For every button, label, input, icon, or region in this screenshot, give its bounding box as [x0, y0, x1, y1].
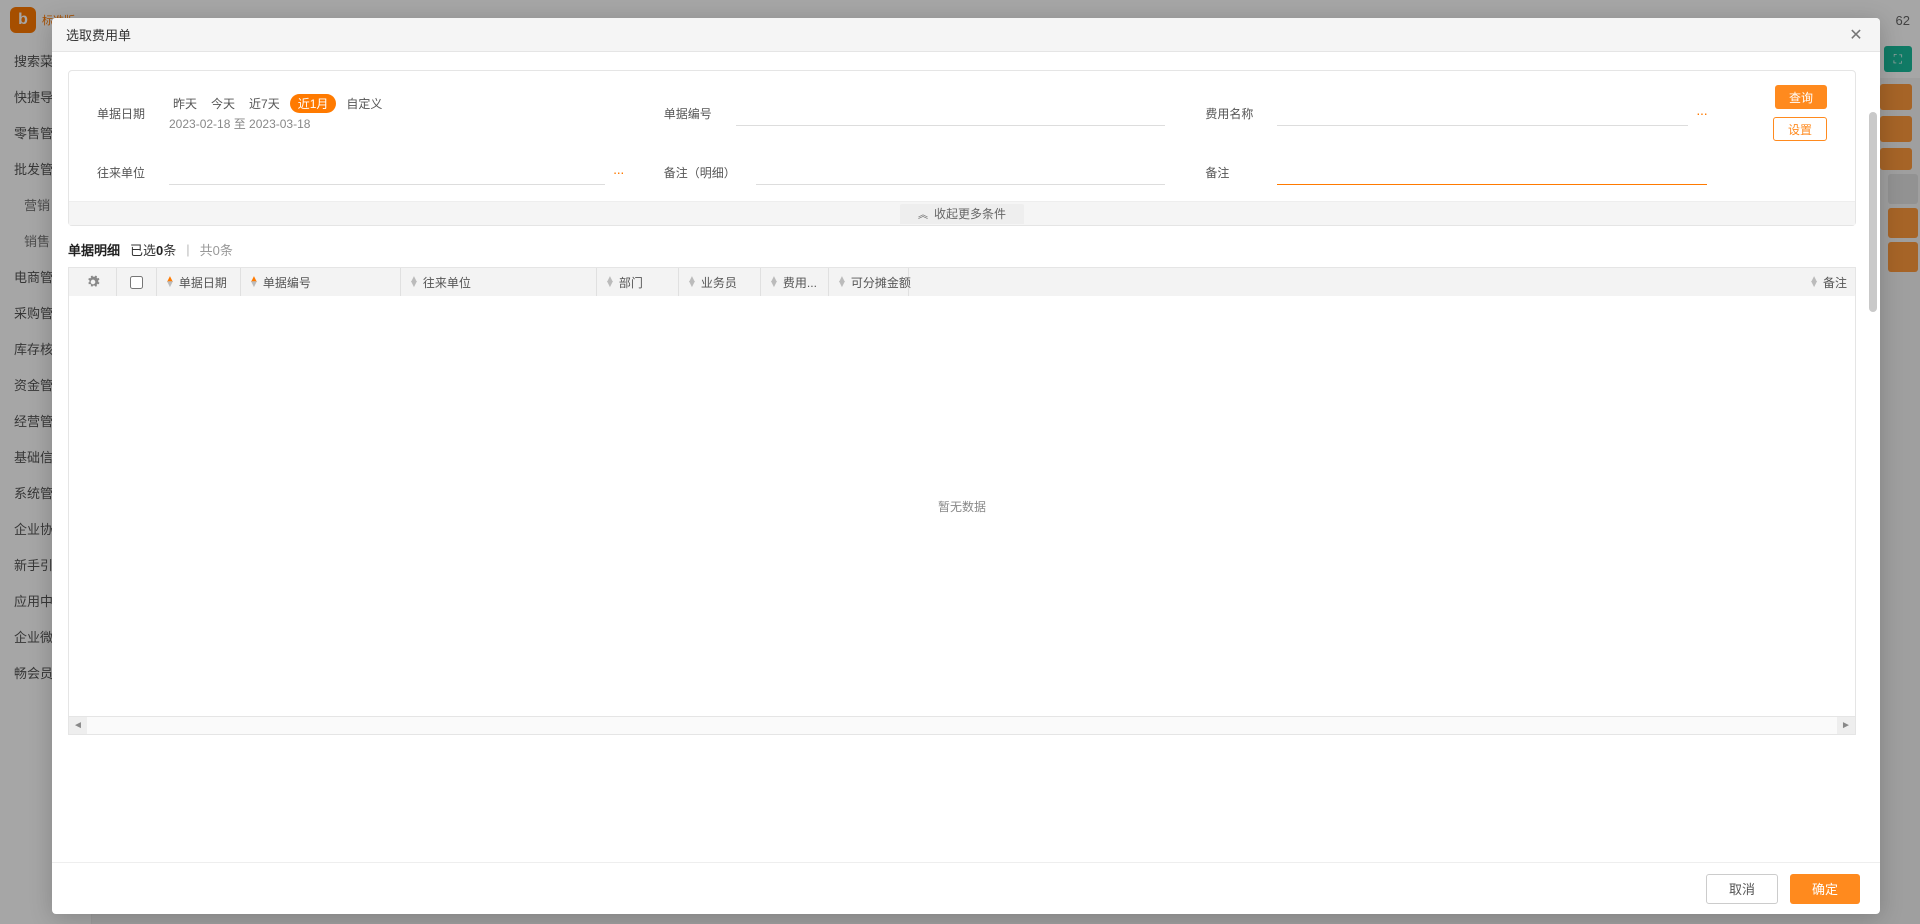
sort-icon: ▲▼ [249, 277, 259, 287]
sort-icon: ▲▼ [165, 277, 175, 287]
close-icon[interactable]: ✕ [1846, 25, 1866, 45]
sort-icon: ▲▼ [409, 277, 419, 287]
col-operator[interactable]: ▲▼业务员 [679, 268, 761, 296]
settings-button[interactable]: 设置 [1773, 117, 1827, 141]
counterparty-more-icon[interactable]: ··· [613, 164, 624, 180]
bill-no-input[interactable] [736, 106, 1166, 120]
select-all-checkbox[interactable] [117, 268, 157, 296]
sort-icon: ▲▼ [837, 277, 847, 287]
col-counterparty[interactable]: ▲▼往来单位 [401, 268, 597, 296]
sort-icon: ▲▼ [605, 277, 615, 287]
selected-count: 已选0条 [130, 240, 176, 259]
col-bill-no[interactable]: ▲▼单据编号 [241, 268, 401, 296]
col-bill-date[interactable]: ▲▼单据日期 [157, 268, 241, 296]
filter-action-col: 查询 设置 [1767, 85, 1827, 141]
query-button[interactable]: 查询 [1775, 85, 1827, 109]
cancel-button[interactable]: 取消 [1706, 874, 1778, 904]
filter-card: 单据日期 昨天今天近7天近1月自定义 2023-02-18 至 2023-03-… [68, 70, 1856, 226]
col-department[interactable]: ▲▼部门 [597, 268, 679, 296]
collapse-bar: ︽ 收起更多条件 [69, 201, 1855, 225]
note-label: 备注 [1205, 164, 1271, 181]
counterparty-input[interactable] [169, 165, 605, 179]
select-fee-bill-modal: 选取费用单 ✕ 单据日期 昨天今天近7天近1月自定义 2023-02-18 至 … [52, 18, 1880, 914]
bill-no-label: 单据编号 [664, 105, 730, 122]
sort-icon: ▲▼ [769, 277, 779, 287]
bill-date-label: 单据日期 [97, 105, 163, 122]
collapse-toggle[interactable]: ︽ 收起更多条件 [900, 204, 1024, 224]
modal-title: 选取费用单 [66, 25, 131, 44]
modal-footer: 取消 确定 [52, 862, 1880, 914]
list-title: 单据明细 [68, 240, 120, 259]
date-range-pills: 昨天今天近7天近1月自定义 [169, 94, 624, 113]
col-fee[interactable]: ▲▼费用... [761, 268, 829, 296]
empty-text: 暂无数据 [938, 498, 986, 515]
fee-name-input[interactable] [1277, 106, 1688, 120]
chevron-up-icon: ︽ [918, 206, 928, 221]
scroll-right-icon[interactable]: ► [1837, 717, 1855, 734]
date-pill[interactable]: 昨天 [169, 94, 201, 113]
table-horizontal-scrollbar[interactable]: ◄ ► [68, 717, 1856, 735]
sort-icon: ▲▼ [1809, 277, 1819, 287]
table-header-row: ▲▼单据日期 ▲▼单据编号 ▲▼往来单位 ▲▼部门 ▲▼业务员 ▲▼费用... … [69, 268, 1855, 296]
fee-name-label: 费用名称 [1205, 105, 1271, 122]
table-settings-button[interactable] [69, 268, 117, 296]
note-detail-input[interactable] [756, 165, 1166, 179]
list-header: 单据明细 已选0条 | 共0条 [68, 240, 1856, 259]
modal-body: 单据日期 昨天今天近7天近1月自定义 2023-02-18 至 2023-03-… [52, 52, 1880, 862]
modal-titlebar: 选取费用单 ✕ [52, 18, 1880, 52]
fee-name-more-icon[interactable]: ··· [1696, 105, 1707, 121]
date-pill[interactable]: 自定义 [342, 94, 386, 113]
col-allocatable-amount[interactable]: ▲▼可分摊金额 [829, 268, 909, 296]
bill-table: ▲▼单据日期 ▲▼单据编号 ▲▼往来单位 ▲▼部门 ▲▼业务员 ▲▼费用... … [68, 267, 1856, 717]
note-detail-label: 备注（明细） [664, 164, 750, 181]
separator: | [186, 242, 189, 257]
table-body-empty: 暂无数据 [69, 296, 1855, 716]
date-pill[interactable]: 近7天 [245, 94, 284, 113]
date-pill[interactable]: 今天 [207, 94, 239, 113]
modal-vertical-scrollbar[interactable] [1868, 112, 1878, 822]
scroll-left-icon[interactable]: ◄ [69, 717, 87, 734]
counterparty-label: 往来单位 [97, 164, 163, 181]
sort-icon: ▲▼ [687, 277, 697, 287]
date-pill[interactable]: 近1月 [290, 94, 337, 113]
date-range-text: 2023-02-18 至 2023-03-18 [169, 115, 624, 132]
col-remark[interactable]: ▲▼备注 [909, 268, 1855, 296]
collapse-label: 收起更多条件 [934, 205, 1006, 222]
ok-button[interactable]: 确定 [1790, 874, 1860, 904]
total-count: 共0条 [200, 240, 233, 259]
gear-icon [86, 275, 100, 289]
note-input[interactable] [1277, 165, 1707, 179]
